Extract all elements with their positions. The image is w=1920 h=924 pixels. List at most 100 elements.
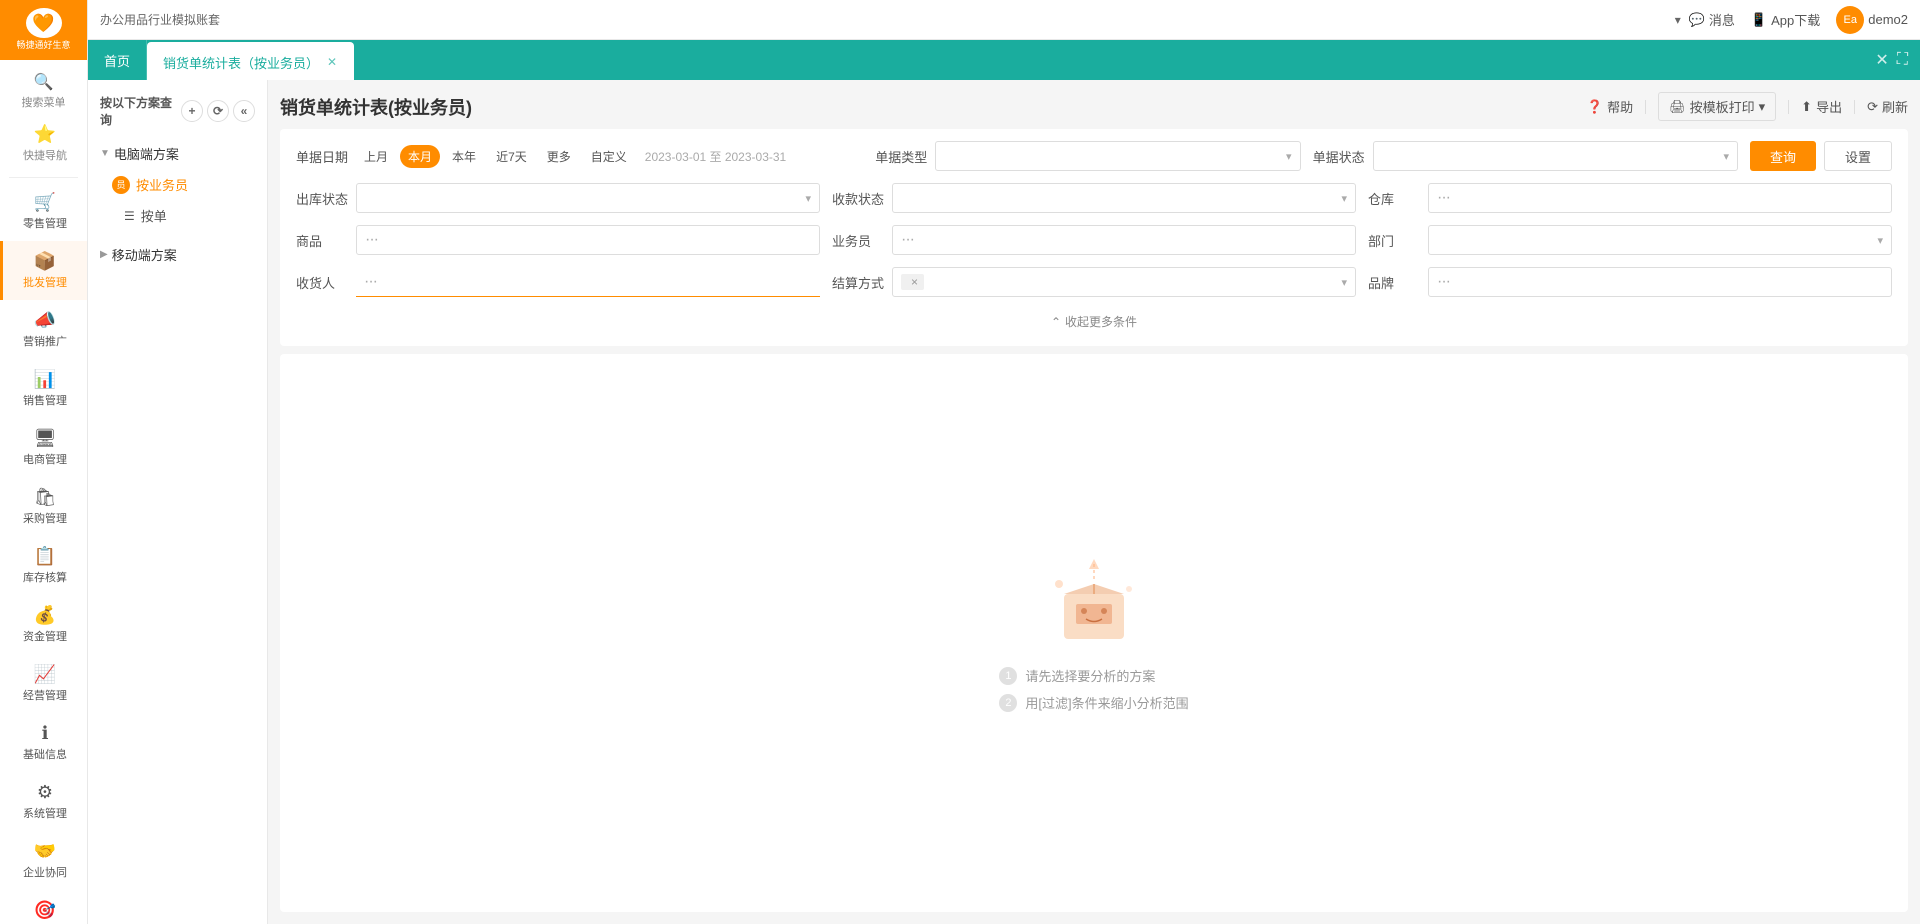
- filter-payment: 结算方式 × ▾: [832, 267, 1356, 297]
- divider1: [1645, 100, 1646, 114]
- mobile-scheme-label: 移动端方案: [112, 245, 177, 264]
- message-label: 消息: [1709, 10, 1735, 29]
- printer-icon: 🖨: [1669, 99, 1686, 115]
- sidebar-item-system[interactable]: ⚙ 系统管理: [0, 772, 87, 831]
- content-area: 1 请先选择要分析的方案 2 用[过滤]条件来缩小分析范围: [280, 354, 1908, 912]
- goods-label: 商品: [296, 231, 348, 250]
- filter-salesperson: 业务员 ···: [832, 225, 1356, 255]
- date-tab-7days[interactable]: 近7天: [488, 145, 535, 168]
- logo-icon: 🧡: [26, 8, 62, 38]
- date-tab-last-month[interactable]: 上月: [356, 145, 396, 168]
- filter-row-4: 收货人 ··· 结算方式 × ▾: [296, 267, 1892, 297]
- refresh-label: 刷新: [1882, 97, 1908, 116]
- template-print-btn[interactable]: 🖨 按模板打印 ▾: [1658, 92, 1776, 121]
- salesperson-label: 业务员: [832, 231, 884, 250]
- basic-info-label: 基础信息: [23, 746, 67, 762]
- system-label: 系统管理: [23, 805, 67, 821]
- receipt-status-input[interactable]: ▾: [892, 183, 1356, 213]
- help-btn[interactable]: ❓ 帮助: [1587, 97, 1633, 116]
- add-scheme-btn[interactable]: +: [181, 100, 203, 122]
- page-content: 按以下方案查询 + ⟳ « ▼ 电脑端方案 员 按业务员 ☰ 按: [88, 80, 1920, 924]
- topbar-dropdown[interactable]: ▾: [1675, 13, 1681, 27]
- shortcut-icon: ⭐: [34, 124, 56, 145]
- out-status-input[interactable]: ▾: [356, 183, 820, 213]
- scheme-by-order[interactable]: ☰ 按单: [88, 200, 267, 231]
- brand-input[interactable]: ···: [1428, 267, 1892, 297]
- desktop-scheme-label: 电脑端方案: [114, 144, 179, 163]
- empty-tip-2: 2 用[过滤]条件来缩小分析范围: [999, 693, 1188, 712]
- marketing-label: 营销推广: [23, 333, 67, 349]
- search-menu-item[interactable]: 🔍 搜索菜单: [0, 60, 87, 114]
- collapse-panel-btn[interactable]: «: [233, 100, 255, 122]
- sidebar-item-basic-info[interactable]: ℹ 基础信息: [0, 713, 87, 772]
- query-btn[interactable]: 查询: [1750, 141, 1816, 171]
- sidebar-item-retail[interactable]: 🛒 零售管理: [0, 182, 87, 241]
- desktop-scheme-header[interactable]: ▼ 电脑端方案: [88, 138, 267, 169]
- filter-area: 单据日期 上月 本月 本年 近7天 更多 自定义 2023-03-01 至 20…: [280, 129, 1908, 346]
- goods-input[interactable]: ···: [356, 225, 820, 255]
- refresh-btn[interactable]: ⟳ 刷新: [1867, 97, 1908, 116]
- out-status-label: 出库状态: [296, 189, 348, 208]
- tab-close-icon[interactable]: ✕: [327, 55, 337, 69]
- payment-tag: ×: [901, 274, 924, 290]
- logo-text: 畅捷通好生意: [16, 40, 70, 52]
- department-input[interactable]: ▾: [1428, 225, 1892, 255]
- scheme-by-salesperson[interactable]: 员 按业务员: [88, 169, 267, 200]
- user-profile[interactable]: Ea demo2: [1836, 6, 1908, 34]
- filter-row-3: 商品 ··· 业务员 ··· 部门: [296, 225, 1892, 255]
- warehouse-input[interactable]: ···: [1428, 183, 1892, 213]
- sidebar-item-sales[interactable]: 📊 销售管理: [0, 359, 87, 418]
- tab-home[interactable]: 首页: [88, 40, 147, 80]
- filter-warehouse: 仓库 ···: [1368, 183, 1892, 213]
- enterprise-icon: 🤝: [34, 841, 56, 862]
- empty-tips: 1 请先选择要分析的方案 2 用[过滤]条件来缩小分析范围: [999, 666, 1188, 712]
- sidebar-item-guide[interactable]: 🎯 新手引导: [0, 890, 87, 924]
- doc-status-arrow: ▾: [1723, 150, 1729, 163]
- date-tab-custom[interactable]: 自定义: [583, 145, 635, 168]
- recipient-input[interactable]: ···: [356, 267, 820, 297]
- sidebar-item-finance[interactable]: 💰 资金管理: [0, 595, 87, 654]
- message-btn[interactable]: 💬 消息: [1689, 10, 1735, 29]
- app-download-btn[interactable]: 📱 App下载: [1751, 10, 1820, 29]
- filter-doc-type: 单据类型 ▾: [875, 141, 1300, 171]
- recipient-label: 收货人: [296, 273, 348, 292]
- date-tab-more[interactable]: 更多: [539, 145, 579, 168]
- sidebar-item-enterprise[interactable]: 🤝 企业协同: [0, 831, 87, 890]
- tab-sales-stats[interactable]: 销货单统计表（按业务员） ✕: [147, 42, 354, 82]
- sidebar-item-wholesale[interactable]: 📦 批发管理: [0, 241, 87, 300]
- sidebar-item-marketing[interactable]: 📣 营销推广: [0, 300, 87, 359]
- tab-maximize-icon[interactable]: ⛶: [1897, 51, 1908, 69]
- mobile-scheme-header[interactable]: ▶ 移动端方案: [88, 239, 267, 270]
- payment-input[interactable]: × ▾: [892, 267, 1356, 297]
- tab-close-window-icon[interactable]: ✕: [1875, 50, 1888, 70]
- salesperson-dots: ···: [901, 231, 914, 249]
- payment-close-btn[interactable]: ×: [911, 275, 918, 289]
- main-area: 办公用品行业模拟账套 ▾ 💬 消息 📱 App下载 Ea demo2 首页: [88, 0, 1920, 924]
- settings-btn[interactable]: 设置: [1824, 141, 1892, 171]
- date-range-display: 2023-03-01 至 2023-03-31: [645, 148, 786, 165]
- sales-label: 销售管理: [23, 392, 67, 408]
- tip2-num: 2: [999, 694, 1017, 712]
- sidebar-item-ecommerce[interactable]: 🖥 电商管理: [0, 418, 87, 477]
- right-panel: 销货单统计表(按业务员) ❓ 帮助 🖨 按模板打印 ▾ ⬆: [268, 80, 1920, 924]
- retail-icon: 🛒: [34, 192, 56, 213]
- collapse-btn[interactable]: ⌃ 收起更多条件: [1047, 309, 1141, 334]
- topbar: 办公用品行业模拟账套 ▾ 💬 消息 📱 App下载 Ea demo2: [88, 0, 1920, 40]
- department-arrow: ▾: [1877, 234, 1883, 247]
- shortcut-nav-item[interactable]: ⭐ 快捷导航: [0, 114, 87, 173]
- filter-goods: 商品 ···: [296, 225, 820, 255]
- date-tab-this-year[interactable]: 本年: [444, 145, 484, 168]
- sidebar-item-inventory[interactable]: 📋 库存核算: [0, 536, 87, 595]
- date-tab-this-month[interactable]: 本月: [400, 145, 440, 168]
- sidebar-item-purchase[interactable]: 🛍 采购管理: [0, 477, 87, 536]
- sidebar-item-operations[interactable]: 📈 经营管理: [0, 654, 87, 713]
- doc-type-input[interactable]: ▾: [935, 141, 1300, 171]
- export-btn[interactable]: ⬆ 导出: [1801, 97, 1842, 116]
- page-header-actions: ❓ 帮助 🖨 按模板打印 ▾ ⬆ 导出: [1587, 92, 1908, 121]
- avatar: Ea: [1836, 6, 1864, 34]
- tabbar: 首页 销货单统计表（按业务员） ✕ ✕ ⛶: [88, 40, 1920, 80]
- purchase-icon: 🛍: [34, 487, 57, 508]
- refresh-scheme-btn[interactable]: ⟳: [207, 100, 229, 122]
- doc-status-input[interactable]: ▾: [1373, 141, 1738, 171]
- salesperson-input[interactable]: ···: [892, 225, 1356, 255]
